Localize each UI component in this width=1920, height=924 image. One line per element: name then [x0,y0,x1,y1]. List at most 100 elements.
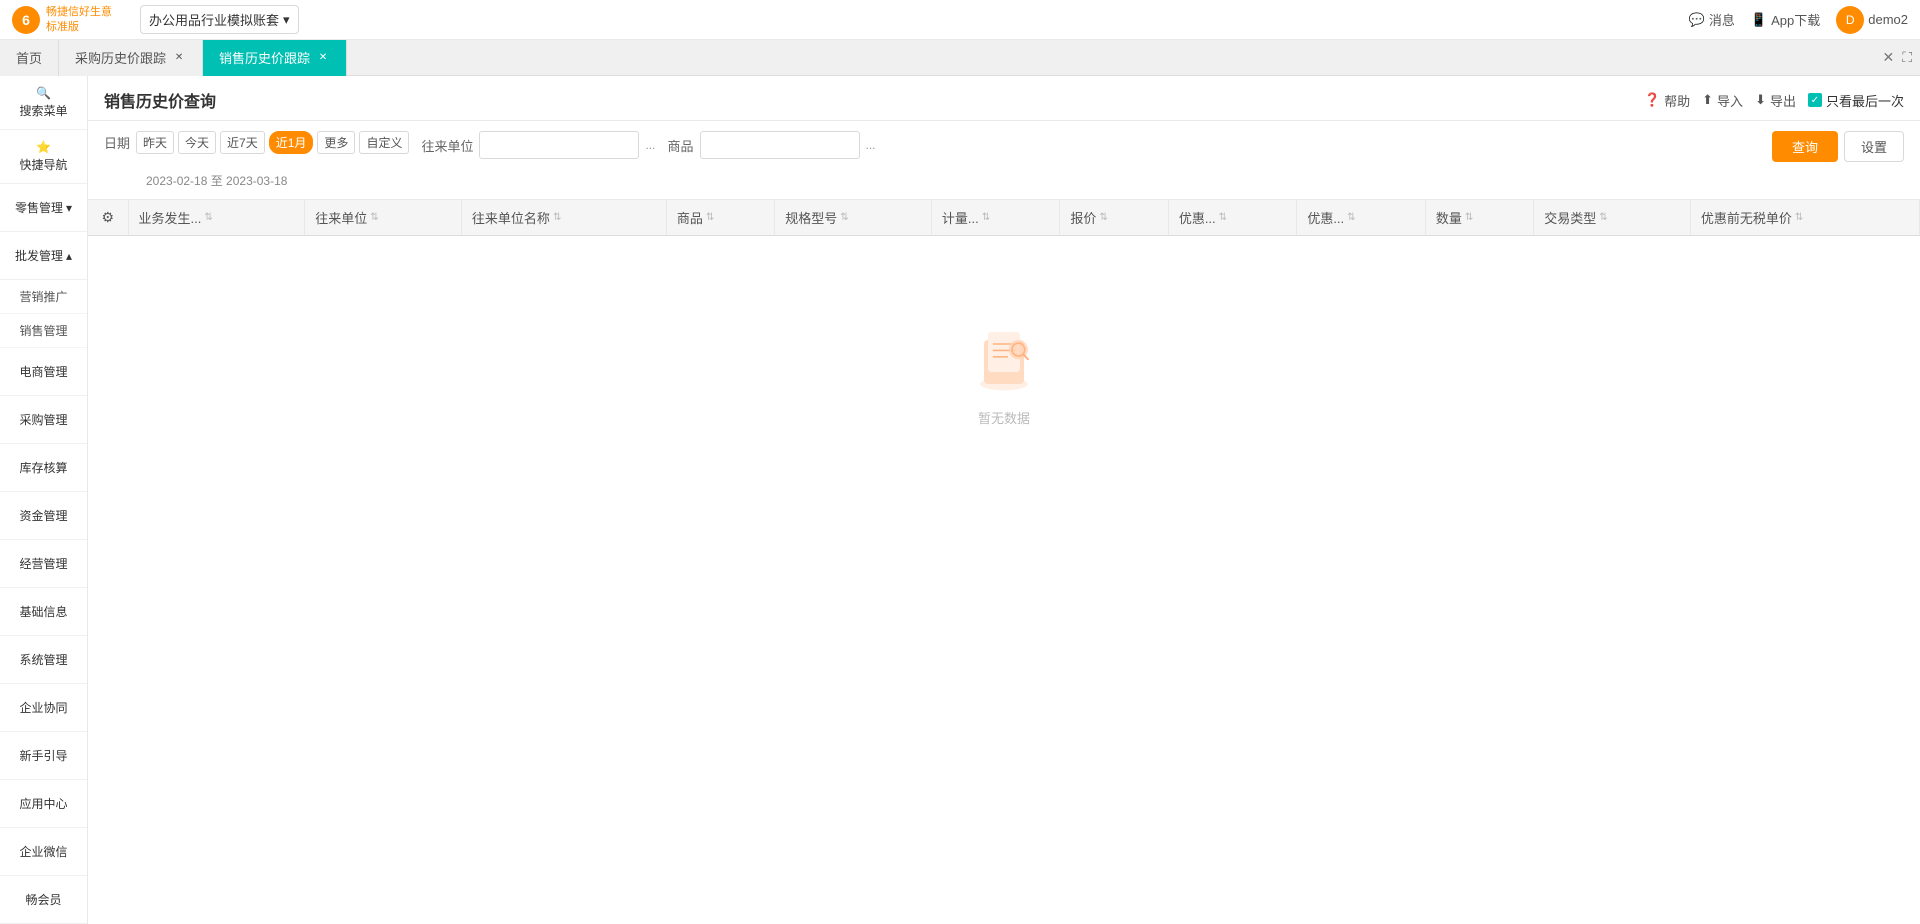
header-left: 6 畅捷信好生意 标准版 办公用品行业模拟账套 ▾ [12,5,299,34]
sidebar-item-newbie[interactable]: 新手引导 [0,732,87,780]
col-trade-type[interactable]: 交易类型 ⇅ [1534,200,1691,236]
date-filter-group: 日期 昨天 今天 近7天 近1月 更多 自定义 [104,131,409,154]
product-label: 商品 [667,136,693,155]
sidebar-item-wechat[interactable]: 企业微信 [0,828,87,876]
user-action[interactable]: D demo2 [1836,6,1908,34]
sort-icon-quote: ⇅ [1099,212,1107,223]
partner-filter-group: 往来单位 ... [421,131,655,159]
col-discount1[interactable]: 优惠... ⇅ [1168,200,1297,236]
sidebar-item-collab[interactable]: 企业协同 [0,684,87,732]
tab-close-sales[interactable]: ✕ [316,51,330,65]
date-quick-buttons: 昨天 今天 近7天 近1月 更多 自定义 [136,131,409,154]
sort-icon-partner-name: ⇅ [553,212,561,223]
top-header: 6 畅捷信好生意 标准版 办公用品行业模拟账套 ▾ 💬 消息 📱 App下载 D… [0,0,1920,40]
account-selector[interactable]: 办公用品行业模拟账套 ▾ [140,5,299,34]
chevron-up-icon: ▴ [66,249,72,263]
product-input[interactable] [700,131,860,159]
header-right: 💬 消息 📱 App下载 D demo2 [1689,6,1908,34]
main-layout: 🔍 搜索菜单 ⭐ 快捷导航 零售管理 ▾ 批发管理 ▴ 营销推广 销售管理 电商… [0,76,1920,924]
tab-bar: 首页 采购历史价跟踪 ✕ 销售历史价跟踪 ✕ ✕ ⛶ [0,40,1920,76]
date-label: 日期 [104,133,130,152]
date-btn-custom[interactable]: 自定义 [359,131,409,154]
sidebar-item-apps[interactable]: 应用中心 [0,780,87,828]
sort-icon-biz-date: ⇅ [204,212,212,223]
date-btn-today[interactable]: 今天 [178,131,216,154]
sort-icon-spec: ⇅ [840,212,848,223]
logo-area: 6 畅捷信好生意 标准版 [12,5,112,34]
nav-icon: ⭐ [36,140,51,154]
content-area: 销售历史价查询 ❓ 帮助 ⬆ 导入 ⬇ 导出 ✓ [88,76,1920,924]
message-icon: 💬 [1689,12,1705,28]
close-window-icon[interactable]: ✕ [1882,49,1894,66]
tab-purchase-history[interactable]: 采购历史价跟踪 ✕ [59,40,203,76]
import-button[interactable]: ⬆ 导入 [1702,91,1743,110]
col-unit[interactable]: 计量... ⇅ [931,200,1060,236]
date-range-display: 2023-02-18 至 2023-03-18 [146,172,287,189]
col-biz-date[interactable]: 业务发生... ⇅ [128,200,305,236]
product-filter-group: 商品 ... [667,131,875,159]
date-btn-1month[interactable]: 近1月 [269,131,314,154]
tab-close-purchase[interactable]: ✕ [172,51,186,65]
empty-illustration [964,316,1044,396]
message-action[interactable]: 💬 消息 [1689,10,1735,29]
download-action[interactable]: 📱 App下载 [1751,10,1820,29]
col-discount2[interactable]: 优惠... ⇅ [1297,200,1426,236]
sort-icon-discount2: ⇅ [1347,212,1355,223]
empty-text: 暂无数据 [978,408,1030,427]
col-pretax-price[interactable]: 优惠前无税单价 ⇅ [1690,200,1919,236]
sidebar-item-quicknav[interactable]: ⭐ 快捷导航 [0,130,87,184]
col-quantity[interactable]: 数量 ⇅ [1425,200,1533,236]
sidebar-item-marketing[interactable]: 营销推广 [0,280,87,314]
sidebar-item-retail[interactable]: 零售管理 ▾ [0,184,87,232]
page-title: 销售历史价查询 [104,88,216,112]
sidebar-item-system[interactable]: 系统管理 [0,636,87,684]
settings-button[interactable]: 设置 [1844,131,1904,162]
sidebar-item-sales-mgmt[interactable]: 销售管理 [0,314,87,348]
partner-input[interactable] [479,131,639,159]
export-button[interactable]: ⬇ 导出 [1755,91,1796,110]
download-icon: 📱 [1751,12,1767,28]
only-last-checkbox[interactable]: ✓ 只看最后一次 [1808,91,1904,110]
page-header: 销售历史价查询 ❓ 帮助 ⬆ 导入 ⬇ 导出 ✓ [88,76,1920,121]
col-spec[interactable]: 规格型号 ⇅ [775,200,932,236]
app-logo: 6 [12,6,40,34]
search-icon: 🔍 [36,86,51,100]
sort-icon-unit: ⇅ [982,212,990,223]
sidebar-item-ecommerce[interactable]: 电商管理 [0,348,87,396]
help-button[interactable]: ❓ 帮助 [1644,91,1690,110]
sidebar-item-member[interactable]: 畅会员 [0,876,87,924]
filter-bar: 日期 昨天 今天 近7天 近1月 更多 自定义 往来单位 .. [88,121,1920,200]
sidebar-item-finance[interactable]: 资金管理 [0,492,87,540]
sidebar-item-purchase[interactable]: 采购管理 [0,396,87,444]
col-partner-name[interactable]: 往来单位名称 ⇅ [461,200,666,236]
date-btn-yesterday[interactable]: 昨天 [136,131,174,154]
search-button[interactable]: 查询 [1772,131,1838,162]
app-name: 畅捷信好生意 标准版 [46,5,112,34]
chevron-down-icon: ▾ [66,201,72,215]
sort-icon-pretax: ⇅ [1795,212,1803,223]
sidebar-item-inventory[interactable]: 库存核算 [0,444,87,492]
tab-home[interactable]: 首页 [0,40,59,76]
tab-sales-history[interactable]: 销售历史价跟踪 ✕ [203,40,347,76]
sidebar-item-basic-info[interactable]: 基础信息 [0,588,87,636]
help-icon: ❓ [1644,92,1660,108]
col-product[interactable]: 商品 ⇅ [666,200,774,236]
sort-icon-quantity: ⇅ [1465,212,1473,223]
date-btn-7days[interactable]: 近7天 [220,131,265,154]
tab-bar-right: ✕ ⛶ [1882,49,1920,66]
avatar: D [1836,6,1864,34]
data-table: ⚙ 业务发生... ⇅ 往来单位 ⇅ [88,200,1920,236]
sort-icon-discount1: ⇅ [1219,212,1227,223]
date-btn-more[interactable]: 更多 [317,131,355,154]
sort-icon-trade: ⇅ [1599,212,1607,223]
col-settings[interactable]: ⚙ [88,200,128,236]
sort-icon-product: ⇅ [706,212,714,223]
chevron-down-icon: ▾ [283,12,290,28]
sidebar-item-operations[interactable]: 经营管理 [0,540,87,588]
col-partner-code[interactable]: 往来单位 ⇅ [305,200,462,236]
col-quote[interactable]: 报价 ⇅ [1060,200,1168,236]
sidebar-item-wholesale[interactable]: 批发管理 ▴ [0,232,87,280]
table-container: ⚙ 业务发生... ⇅ 往来单位 ⇅ [88,200,1920,924]
maximize-icon[interactable]: ⛶ [1902,49,1912,66]
sidebar-item-search[interactable]: 🔍 搜索菜单 [0,76,87,130]
